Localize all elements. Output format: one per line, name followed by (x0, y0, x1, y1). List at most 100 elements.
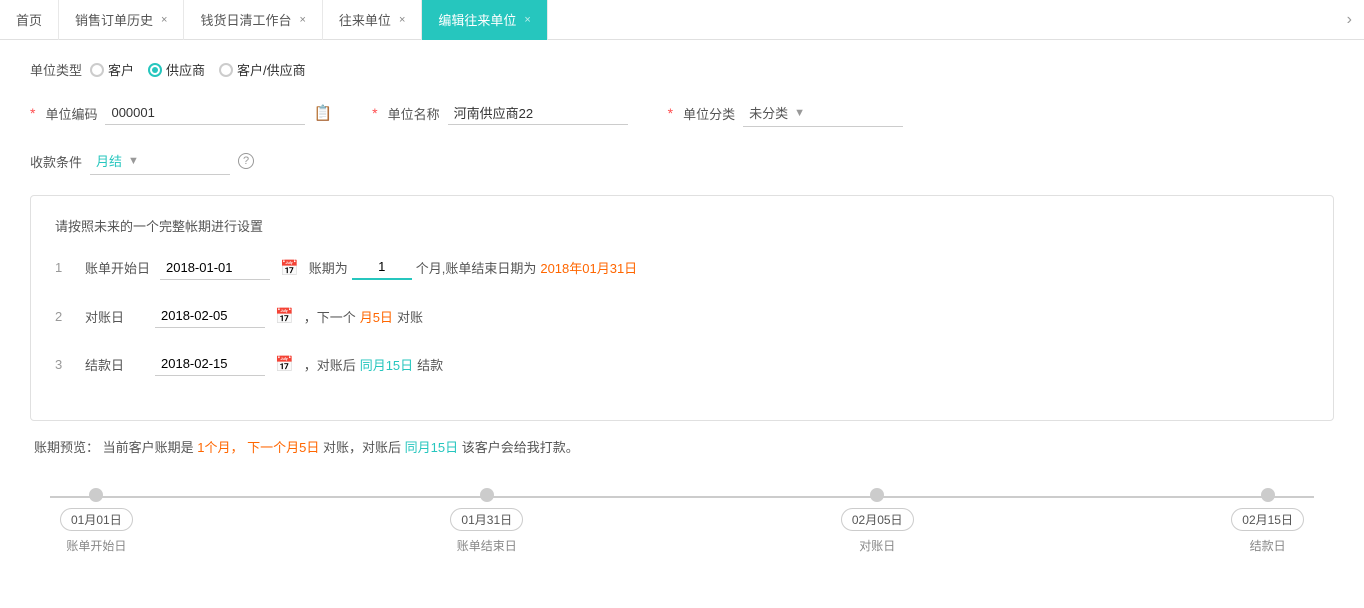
unit-code-required: * (30, 105, 35, 121)
preview-highlight3: 同月15日 (405, 440, 458, 455)
unit-category-select[interactable]: 未分类 ▼ (743, 99, 903, 127)
unit-category-value: 未分类 (749, 103, 788, 122)
months-input[interactable] (352, 255, 412, 280)
node-label-2: 对账日 (859, 537, 895, 554)
start-date-calendar-icon[interactable]: 📅 (280, 259, 299, 277)
tab-close-edit-partner[interactable]: × (524, 14, 530, 26)
unit-category-required: * (668, 105, 673, 121)
node-date-2: 02月05日 (841, 508, 914, 531)
preview-text1: 当前客户账期是 (103, 440, 194, 455)
node-date-1: 01月31日 (450, 508, 523, 531)
payment-terms-value: 月结 (96, 151, 122, 170)
row-num-2: 2 (55, 309, 75, 324)
timeline-nodes: 01月01日 账单开始日 01月31日 账单结束日 02月05日 对账日 02月… (60, 488, 1304, 554)
reconcile-desc-prefix: ，下一个 (304, 307, 356, 326)
node-label-0: 账单开始日 (66, 537, 126, 554)
preview-label: 账期预览： (34, 440, 99, 455)
unit-code-label: 单位编码 (45, 104, 97, 123)
timeline-node-3: 02月15日 结款日 (1231, 488, 1304, 554)
timeline-node-2: 02月05日 对账日 (841, 488, 914, 554)
radio-group-unit-type: 客户 供应商 客户/供应商 (90, 60, 306, 79)
unit-category-field: * 单位分类 未分类 ▼ (668, 99, 903, 127)
radio-customer-supplier[interactable]: 客户/供应商 (219, 60, 306, 79)
row-label-reconcile: 对账日 (85, 307, 145, 326)
radio-label-customer-supplier: 客户/供应商 (237, 60, 306, 79)
row-num-1: 1 (55, 260, 75, 275)
preview-highlight2: 下一个月5日 (247, 440, 319, 455)
unit-name-input[interactable] (448, 101, 628, 125)
timeline-node-0: 01月01日 账单开始日 (60, 488, 133, 554)
unit-type-row: 单位类型 客户 供应商 客户/供应商 (30, 60, 1334, 79)
tab-home[interactable]: 首页 (0, 0, 59, 40)
node-circle-3 (1261, 488, 1275, 502)
payment-date-input[interactable] (155, 352, 265, 376)
payment-desc-suffix: 结款 (417, 355, 443, 374)
node-date-3: 02月15日 (1231, 508, 1304, 531)
payment-date-calendar-icon[interactable]: 📅 (275, 355, 294, 373)
timeline-container: 01月01日 账单开始日 01月31日 账单结束日 02月05日 对账日 02月… (30, 480, 1334, 584)
payment-terms-label: 收款条件 (30, 152, 82, 171)
payment-terms-chevron-icon: ▼ (128, 155, 139, 167)
tab-cash-work[interactable]: 钱货日清工作台 × (184, 0, 322, 40)
unit-category-label: 单位分类 (683, 104, 735, 123)
radio-customer[interactable]: 客户 (90, 60, 134, 79)
main-content: 单位类型 客户 供应商 客户/供应商 * 单位编码 (0, 40, 1364, 608)
tab-sales-history[interactable]: 销售订单历史 × (59, 0, 184, 40)
tab-close-sales-history[interactable]: × (161, 14, 167, 26)
row-label-start: 账单开始日 (85, 258, 150, 277)
reconcile-date-desc: ，下一个月5日 对账 (304, 307, 423, 326)
row-label-payment: 结款日 (85, 355, 145, 374)
tab-more-button[interactable]: › (1335, 11, 1364, 29)
setting-row-3: 3 结款日 📅 ，对账后 同月15日 结款 (55, 352, 1309, 376)
unit-type-label: 单位类型 (30, 60, 82, 79)
node-date-0: 01月01日 (60, 508, 133, 531)
reconcile-date-input[interactable] (155, 304, 265, 328)
unit-name-label: 单位名称 (388, 104, 440, 123)
radio-circle-customer (90, 63, 104, 77)
payment-terms-help-icon[interactable]: ? (238, 153, 254, 169)
radio-circle-supplier (148, 63, 162, 77)
payment-highlight: 同月15日 (360, 355, 413, 374)
radio-supplier[interactable]: 供应商 (148, 60, 205, 79)
setting-row-2: 2 对账日 📅 ，下一个月5日 对账 (55, 304, 1309, 328)
desc-prefix: 账期为 (309, 258, 348, 277)
preview-text3: 对账，对账后 (323, 440, 401, 455)
radio-circle-customer-supplier (219, 63, 233, 77)
tab-close-partner[interactable]: × (399, 14, 405, 26)
node-circle-2 (870, 488, 884, 502)
desc-suffix: 个月,账单结束日期为 (416, 258, 537, 277)
reconcile-highlight: 月5日 (360, 307, 393, 326)
unit-category-chevron-icon: ▼ (794, 107, 805, 119)
reconcile-desc-suffix: 对账 (397, 307, 423, 326)
timeline-node-1: 01月31日 账单结束日 (450, 488, 523, 554)
payment-terms-select[interactable]: 月结 ▼ (90, 147, 230, 175)
end-date-highlight: 2018年01月31日 (540, 258, 637, 277)
radio-label-customer: 客户 (108, 60, 134, 79)
reconcile-date-calendar-icon[interactable]: 📅 (275, 307, 294, 325)
unit-info-row: * 单位编码 📋 * 单位名称 * 单位分类 未分类 ▼ (30, 99, 1334, 127)
tab-partner[interactable]: 往来单位 × (323, 0, 422, 40)
preview-text4: 该客户会给我打款。 (462, 440, 579, 455)
unit-type-field: 单位类型 客户 供应商 客户/供应商 (30, 60, 306, 79)
node-label-3: 结款日 (1250, 537, 1286, 554)
node-circle-1 (480, 488, 494, 502)
payment-desc-prefix: ，对账后 (304, 355, 356, 374)
setting-row-1: 1 账单开始日 📅 账期为 个月,账单结束日期为 2018年01月31日 (55, 255, 1309, 280)
node-label-1: 账单结束日 (457, 537, 517, 554)
unit-name-required: * (372, 105, 377, 121)
payment-terms-row: 收款条件 月结 ▼ ? (30, 147, 1334, 175)
tab-edit-partner[interactable]: 编辑往来单位 × (422, 0, 547, 40)
radio-label-supplier: 供应商 (166, 60, 205, 79)
unit-name-field: * 单位名称 (372, 101, 627, 125)
unit-code-input[interactable] (105, 101, 305, 125)
unit-code-calendar-icon[interactable]: 📋 (313, 104, 332, 122)
preview-highlight1: 1个月， (197, 440, 243, 455)
unit-code-field: * 单位编码 📋 (30, 101, 332, 125)
start-date-desc: 账期为 个月,账单结束日期为 2018年01月31日 (309, 255, 637, 280)
tab-close-cash-work[interactable]: × (299, 14, 305, 26)
start-date-input[interactable] (160, 256, 270, 280)
payment-terms-field: 收款条件 月结 ▼ ? (30, 147, 254, 175)
tab-bar: 首页 销售订单历史 × 钱货日清工作台 × 往来单位 × 编辑往来单位 × › (0, 0, 1364, 40)
row-num-3: 3 (55, 357, 75, 372)
settings-title: 请按照未来的一个完整帐期进行设置 (55, 216, 1309, 235)
